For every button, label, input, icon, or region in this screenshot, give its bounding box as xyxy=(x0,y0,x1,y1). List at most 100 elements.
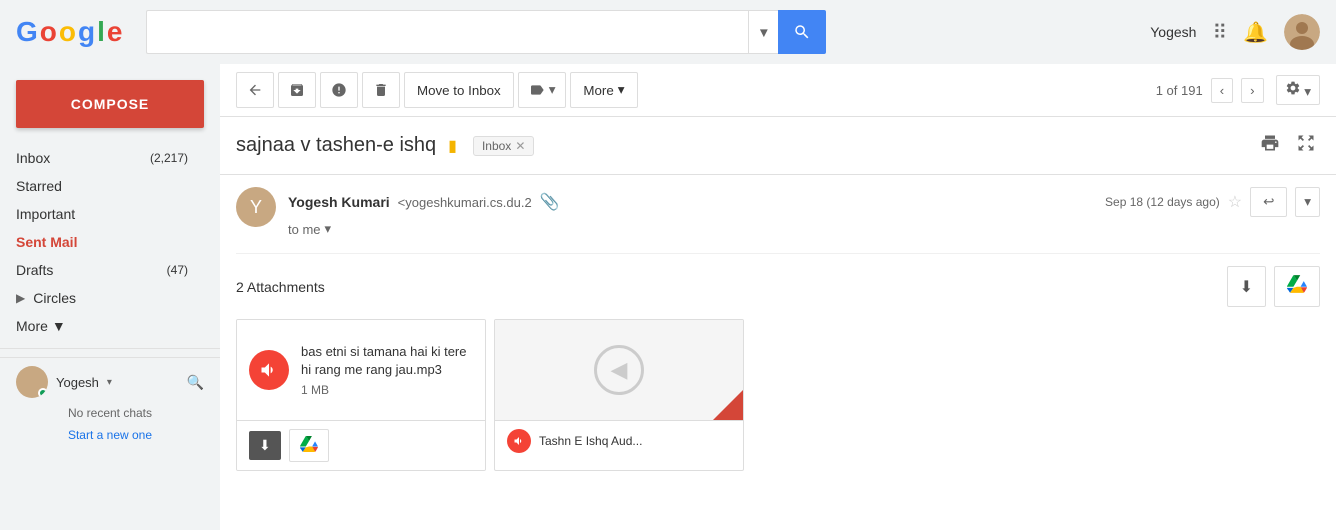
attachment-preview-1: bas etni si tamana hai ki tere hi rang m… xyxy=(237,320,485,420)
audio-icon-2 xyxy=(507,429,531,453)
corner-triangle xyxy=(713,390,743,420)
top-bar: Google in:sent ▼ Yogesh ⠿ 🔔 xyxy=(0,0,1336,64)
badge-close[interactable]: ✕ xyxy=(515,139,525,153)
save-drive-1-button[interactable] xyxy=(289,429,329,462)
sidebar: COMPOSE Inbox (2,217) Starred Important … xyxy=(0,64,220,530)
labels-button[interactable]: ▾ xyxy=(518,72,567,108)
save-to-drive-all-button[interactable] xyxy=(1274,266,1320,307)
drive-all-icon xyxy=(1287,275,1307,293)
sidebar-item-inbox[interactable]: Inbox (2,217) xyxy=(0,144,204,172)
attachment-footer-1: ⬇ xyxy=(237,420,485,470)
attachments-title: 2 Attachments xyxy=(236,279,325,295)
search-button[interactable] xyxy=(778,10,826,54)
sidebar-item-starred[interactable]: Starred xyxy=(0,172,204,200)
move-to-inbox-button[interactable]: Move to Inbox xyxy=(404,72,514,108)
email-toolbar: Move to Inbox ▾ More ▾ 1 of 191 ‹ › xyxy=(220,64,1336,117)
attachment-preview-2: ◀ xyxy=(495,320,743,420)
chat-user-name: Yogesh xyxy=(56,375,99,390)
no-chats-text: No recent chats xyxy=(16,398,204,428)
thread-subject: sajnaa v tashen-e ishq xyxy=(236,134,436,157)
sender-email: <yogeshkumari.cs.du.2 xyxy=(398,195,532,210)
audio-gray-icon: ◀ xyxy=(589,340,649,400)
attachments-section: 2 Attachments ⬇ xyxy=(236,254,1320,483)
notifications-icon[interactable]: 🔔 xyxy=(1243,20,1268,45)
chat-user-row: Yogesh ▾ 🔍 xyxy=(16,366,204,398)
search-bar: in:sent ▼ xyxy=(146,10,826,54)
sidebar-item-important[interactable]: Important xyxy=(0,200,204,228)
next-page-button[interactable]: › xyxy=(1241,78,1263,103)
attachment-card-2: ◀ Tashn E Ishq Aud... xyxy=(494,319,744,471)
user-avatar[interactable] xyxy=(1284,14,1320,50)
google-logo: Google xyxy=(16,16,122,48)
pagination: 1 of 191 ‹ › xyxy=(1156,78,1264,103)
back-icon xyxy=(247,82,263,98)
expand-icon xyxy=(1296,133,1316,153)
search-input[interactable]: in:sent xyxy=(146,10,748,54)
spam-button[interactable] xyxy=(320,72,358,108)
more-button[interactable]: More ▾ xyxy=(570,72,637,108)
to-me-line: to me ▾ xyxy=(288,217,1320,241)
user-dropdown-arrow[interactable]: ▾ xyxy=(107,377,112,388)
attachment-filename-1: bas etni si tamana hai ki tere hi rang m… xyxy=(301,343,473,379)
settings-button[interactable]: ▾ xyxy=(1276,75,1320,105)
trash-icon xyxy=(373,82,389,98)
delete-button[interactable] xyxy=(362,72,400,108)
compose-button[interactable]: COMPOSE xyxy=(16,80,204,128)
back-button[interactable] xyxy=(236,72,274,108)
label-star: ▮ xyxy=(448,136,457,156)
user-name: Yogesh xyxy=(1150,24,1196,40)
reply-button[interactable]: ↩ xyxy=(1250,187,1287,217)
sidebar-item-circles[interactable]: ▶ Circles xyxy=(0,284,204,312)
sidebar-item-more[interactable]: More ▼ xyxy=(0,312,220,340)
star-button[interactable]: ☆ xyxy=(1228,192,1242,212)
labels-icon xyxy=(529,82,545,98)
content-area: Move to Inbox ▾ More ▾ 1 of 191 ‹ › xyxy=(220,64,1336,530)
main-layout: COMPOSE Inbox (2,217) Starred Important … xyxy=(0,64,1336,530)
attachment-card-1: bas etni si tamana hai ki tere hi rang m… xyxy=(236,319,486,471)
attachment-footer-2: Tashn E Ishq Aud... xyxy=(495,420,743,461)
pagination-text: 1 of 191 xyxy=(1156,83,1203,98)
sender-avatar: Y xyxy=(236,187,276,227)
sidebar-divider xyxy=(0,348,220,349)
audio-icon-1 xyxy=(249,350,289,390)
sender-line: Yogesh Kumari <yogeshkumari.cs.du.2 📎 Se… xyxy=(288,187,1320,217)
email-meta: Yogesh Kumari <yogeshkumari.cs.du.2 📎 Se… xyxy=(288,187,1320,241)
settings-icon xyxy=(1285,80,1301,96)
attachment-size-1: 1 MB xyxy=(301,383,473,397)
attachment-filename-2: Tashn E Ishq Aud... xyxy=(539,434,642,448)
email-date: Sep 18 (12 days ago) xyxy=(1105,195,1220,209)
attachments-header: 2 Attachments ⬇ xyxy=(236,266,1320,307)
sidebar-item-drafts[interactable]: Drafts (47) xyxy=(0,256,204,284)
print-icon xyxy=(1260,133,1280,153)
start-chat-link[interactable]: Start a new one xyxy=(16,428,204,442)
prev-page-button[interactable]: ‹ xyxy=(1211,78,1233,103)
download-all-button[interactable]: ⬇ xyxy=(1227,266,1266,307)
to-me-dropdown[interactable]: ▾ xyxy=(325,221,332,237)
spam-icon xyxy=(331,82,347,98)
attachments-grid: bas etni si tamana hai ki tere hi rang m… xyxy=(236,319,1320,471)
reply-dropdown-button[interactable]: ▾ xyxy=(1295,187,1320,217)
sidebar-item-sent[interactable]: Sent Mail xyxy=(0,228,204,256)
thread-header: sajnaa v tashen-e ishq ▮ Inbox ✕ xyxy=(220,117,1336,175)
search-dropdown-button[interactable]: ▼ xyxy=(748,10,778,54)
chat-search-icon[interactable]: 🔍 xyxy=(187,374,204,391)
attachment-actions: ⬇ xyxy=(1227,266,1320,307)
online-indicator xyxy=(38,388,48,398)
archive-button[interactable] xyxy=(278,72,316,108)
download-attachment-1-button[interactable]: ⬇ xyxy=(249,431,281,460)
apps-icon[interactable]: ⠿ xyxy=(1212,20,1227,45)
top-right: Yogesh ⠿ 🔔 xyxy=(1150,14,1320,50)
attachment-clip-icon: 📎 xyxy=(540,192,560,212)
chat-avatar xyxy=(16,366,48,398)
expand-button[interactable] xyxy=(1292,129,1320,162)
inbox-badge: Inbox ✕ xyxy=(473,136,534,156)
email-header: Y Yogesh Kumari <yogeshkumari.cs.du.2 📎 … xyxy=(236,175,1320,254)
thread-actions xyxy=(1256,129,1320,162)
archive-icon xyxy=(289,82,305,98)
search-icon xyxy=(793,23,811,41)
drive-icon-1 xyxy=(300,436,318,452)
sidebar-bottom: Yogesh ▾ 🔍 No recent chats Start a new o… xyxy=(0,357,220,450)
print-button[interactable] xyxy=(1256,129,1284,162)
email-container: Y Yogesh Kumari <yogeshkumari.cs.du.2 📎 … xyxy=(220,175,1336,483)
sender-name: Yogesh Kumari xyxy=(288,194,390,210)
